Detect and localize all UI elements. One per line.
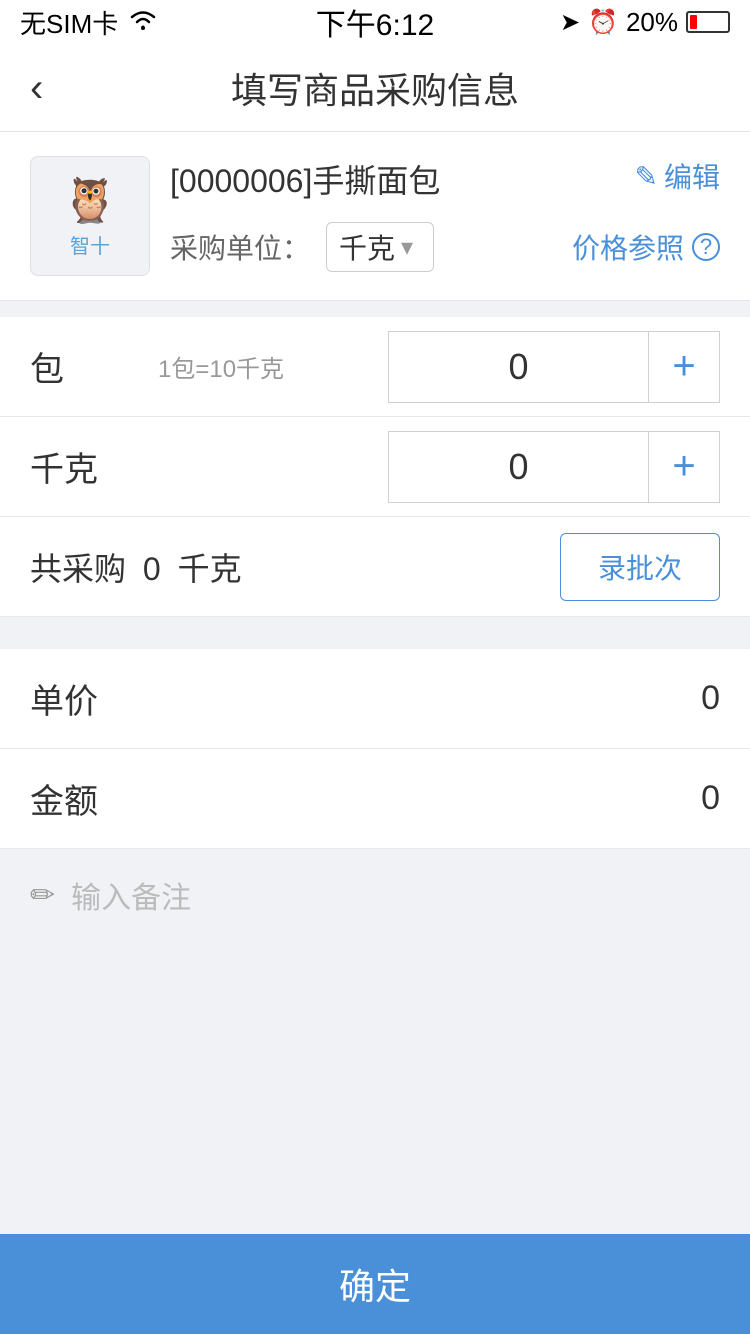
product-owl-icon: 🦉 bbox=[63, 174, 118, 226]
status-right: ➤ ⏰ 20% bbox=[560, 7, 730, 38]
edit-label: 编辑 bbox=[664, 156, 720, 196]
bao-number-input[interactable]: 0 bbox=[388, 331, 648, 403]
bottom-area bbox=[0, 941, 750, 1241]
product-unit-row: 采购单位： 千克 ▾ 价格参照 ? bbox=[170, 222, 720, 272]
kg-input-right: 0 + bbox=[388, 431, 720, 503]
price-label: 单价 bbox=[30, 674, 98, 723]
price-ref-button[interactable]: 价格参照 ? bbox=[572, 227, 720, 267]
kg-label: 千克 bbox=[30, 442, 150, 491]
price-value: 0 bbox=[701, 679, 720, 718]
price-ref-question-icon: ? bbox=[692, 233, 720, 261]
kg-input-row: 千克 0 + bbox=[0, 417, 750, 517]
sim-text: 无SIM卡 bbox=[20, 4, 118, 41]
amount-row: 金额 0 bbox=[0, 749, 750, 849]
status-left: 无SIM卡 bbox=[20, 4, 158, 41]
battery-percent: 20% bbox=[626, 7, 678, 38]
product-info: [0000006]手撕面包 ✎ 编辑 采购单位： 千克 ▾ 价格参照 ? bbox=[170, 156, 720, 272]
unit-label: 采购单位： bbox=[170, 227, 310, 267]
location-icon: ➤ bbox=[560, 8, 580, 37]
unit-value: 千克 bbox=[339, 227, 395, 267]
battery-icon bbox=[686, 11, 730, 33]
amount-label: 金额 bbox=[30, 774, 98, 823]
divider-2 bbox=[0, 617, 750, 633]
alarm-icon: ⏰ bbox=[588, 8, 618, 37]
price-ref-label: 价格参照 bbox=[572, 227, 684, 267]
edit-button[interactable]: ✎ 编辑 bbox=[635, 156, 720, 196]
back-button[interactable]: ‹ bbox=[30, 68, 43, 108]
bao-sublabel: 1包=10千克 bbox=[158, 349, 284, 384]
unit-drop-arrow: ▾ bbox=[401, 233, 413, 262]
product-image: 🦉 智十 bbox=[30, 156, 150, 276]
amount-value: 0 bbox=[701, 779, 720, 818]
unit-select[interactable]: 千克 ▾ bbox=[326, 222, 434, 272]
remark-section[interactable]: ✏ 输入备注 bbox=[0, 849, 750, 941]
product-header: [0000006]手撕面包 ✎ 编辑 bbox=[170, 156, 720, 202]
bao-input-right: 0 + bbox=[388, 331, 720, 403]
kg-value: 0 bbox=[508, 446, 528, 488]
status-time: 下午6:12 bbox=[316, 0, 434, 44]
bao-value: 0 bbox=[508, 346, 528, 388]
product-image-label: 智十 bbox=[70, 230, 110, 259]
price-row: 单价 0 bbox=[0, 649, 750, 749]
edit-icon: ✎ bbox=[635, 160, 658, 193]
summary-text: 共采购 0 千克 bbox=[30, 544, 242, 590]
pencil-icon: ✏ bbox=[30, 878, 55, 913]
bao-plus-button[interactable]: + bbox=[648, 331, 720, 403]
bao-input-row: 包 1包=10千克 0 + bbox=[0, 317, 750, 417]
page-title: 填写商品采购信息 bbox=[231, 62, 519, 114]
record-batch-button[interactable]: 录批次 bbox=[560, 533, 720, 601]
nav-bar: ‹ 填写商品采购信息 bbox=[0, 44, 750, 132]
kg-plus-button[interactable]: + bbox=[648, 431, 720, 503]
wifi-icon bbox=[128, 7, 158, 38]
remark-input[interactable]: 输入备注 bbox=[71, 873, 191, 917]
summary-row: 共采购 0 千克 录批次 bbox=[0, 517, 750, 617]
product-name: [0000006]手撕面包 bbox=[170, 156, 440, 202]
confirm-bar[interactable]: 确定 bbox=[0, 1234, 750, 1334]
input-section: 包 1包=10千克 0 + 千克 0 + bbox=[0, 317, 750, 517]
confirm-button-label: 确定 bbox=[339, 1258, 411, 1310]
bao-label: 包 bbox=[30, 342, 150, 391]
divider-1 bbox=[0, 301, 750, 317]
product-card: 🦉 智十 [0000006]手撕面包 ✎ 编辑 采购单位： 千克 ▾ 价格参照 … bbox=[0, 132, 750, 301]
kg-number-input[interactable]: 0 bbox=[388, 431, 648, 503]
status-bar: 无SIM卡 下午6:12 ➤ ⏰ 20% bbox=[0, 0, 750, 44]
detail-section: 单价 0 金额 0 bbox=[0, 649, 750, 849]
